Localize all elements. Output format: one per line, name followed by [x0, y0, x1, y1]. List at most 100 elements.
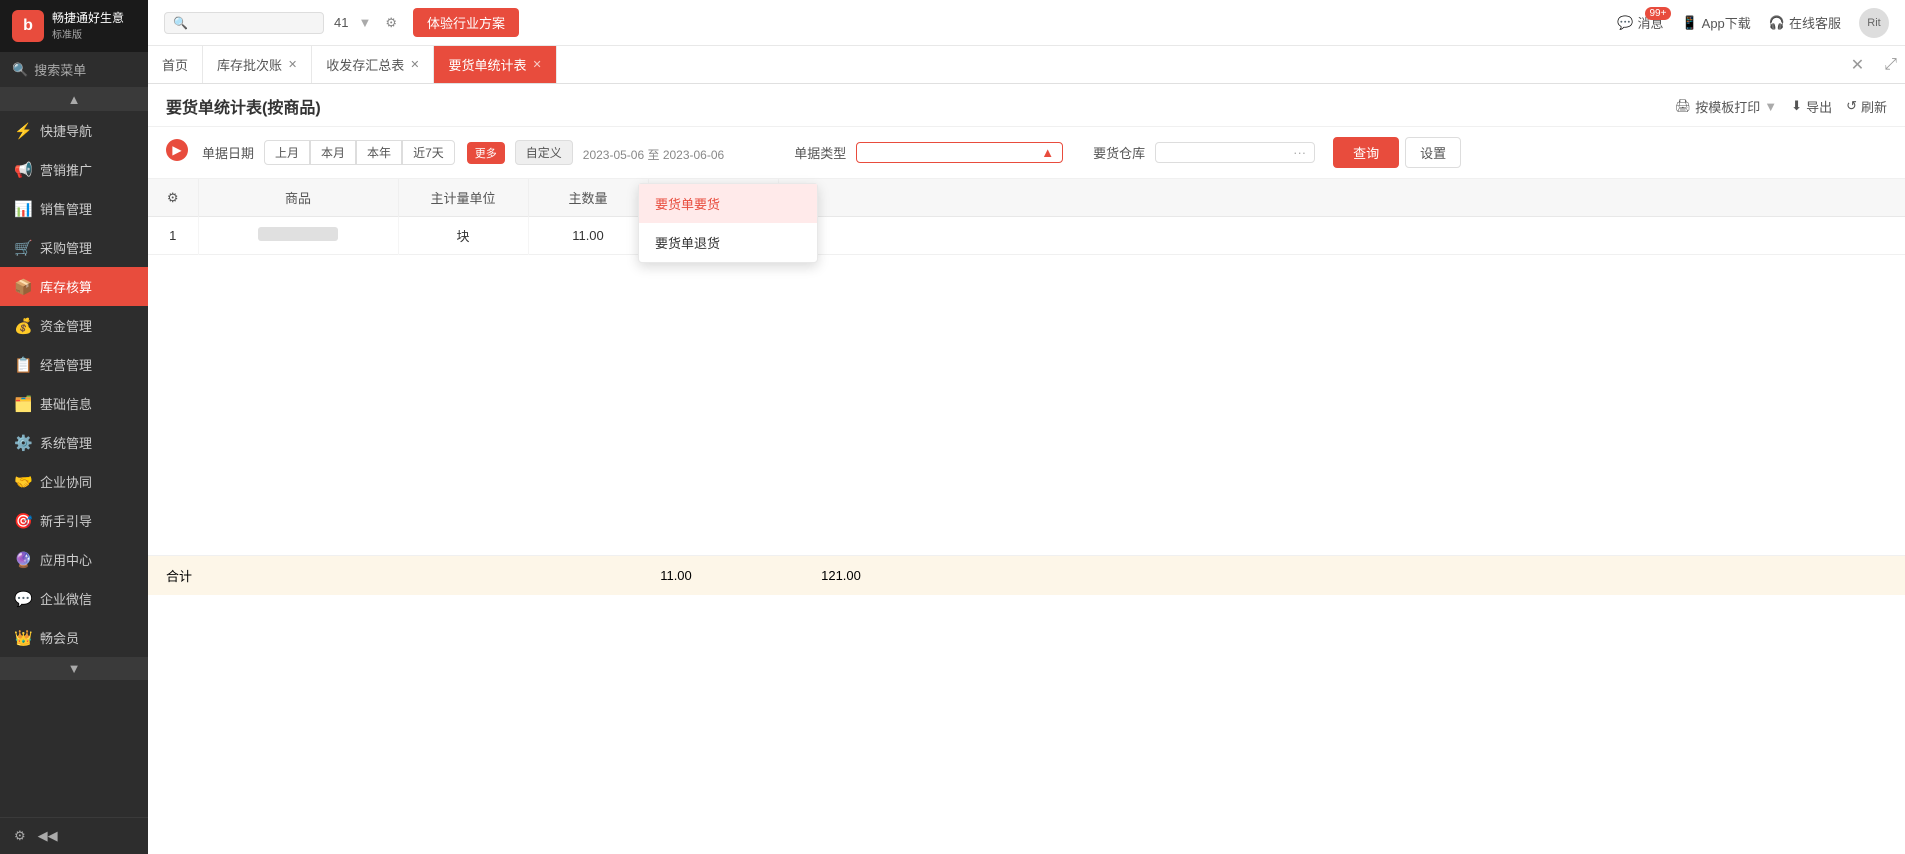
topbar-search-icon: 🔍 — [173, 16, 188, 30]
filter-area: ▶ 单据日期 上月 本月 本年 近7天 更多 自定义 2023-05-06 至 … — [148, 127, 1905, 179]
tab-receive-send[interactable]: 收发存汇总表 ✕ — [312, 46, 434, 83]
sidebar-item-label: 新手引导 — [40, 511, 92, 530]
type-dropdown-arrow[interactable]: ▲ — [1041, 145, 1054, 160]
sidebar-item-label: 畅会员 — [40, 628, 79, 647]
user-name: Rit — [1867, 17, 1880, 29]
date-btn-this-year[interactable]: 本年 — [356, 140, 402, 165]
sidebar-settings-icon[interactable]: ⚙ — [14, 828, 26, 844]
headset-icon: 🎧 — [1769, 15, 1785, 31]
sidebar-nav: ▲ ⚡ 快捷导航 📢 营销推广 📊 销售管理 🛒 采购管理 📦 库存核算 💰 资… — [0, 88, 148, 817]
refresh-icon: ↺ — [1846, 98, 1857, 114]
page-header: 要货单统计表(按商品) 🖨 按模板打印 ▼ ⬇ 导出 ↺ 刷新 — [148, 84, 1905, 127]
sidebar-item-label: 库存核算 — [40, 277, 92, 296]
sidebar-item-guide[interactable]: 🎯 新手引导 — [0, 501, 148, 540]
print-icon: 🖨 — [1675, 98, 1692, 114]
dropdown-arrow[interactable]: ▼ — [358, 15, 371, 30]
tab-order-stats[interactable]: 要货单统计表 ✕ — [434, 46, 556, 83]
enterprise-wechat-icon: 💬 — [14, 590, 32, 608]
date-btn-7days[interactable]: 近7天 — [402, 140, 455, 165]
page-actions: 🖨 按模板打印 ▼ ⬇ 导出 ↺ 刷新 — [1675, 97, 1887, 116]
filter-toggle-btn[interactable]: ▶ — [166, 139, 188, 161]
sidebar-item-inventory[interactable]: 📦 库存核算 — [0, 267, 148, 306]
sidebar-item-quick-nav[interactable]: ⚡ 快捷导航 — [0, 111, 148, 150]
sidebar-item-operations[interactable]: 📋 经营管理 — [0, 345, 148, 384]
sidebar-item-basic-info[interactable]: 🗂️ 基础信息 — [0, 384, 148, 423]
online-service-btn[interactable]: 🎧 在线客服 — [1769, 13, 1841, 32]
type-select[interactable]: ▲ — [856, 142, 1063, 163]
type-dropdown: 要货单要货 要货单退货 — [638, 183, 818, 263]
sidebar-item-marketing[interactable]: 📢 营销推广 — [0, 150, 148, 189]
print-btn[interactable]: 🖨 按模板打印 ▼ — [1675, 97, 1777, 116]
query-btn[interactable]: 查询 — [1333, 137, 1399, 168]
sidebar-item-label: 系统管理 — [40, 433, 92, 452]
date-filter-label: 单据日期 — [202, 143, 254, 162]
logo-icon: b — [12, 10, 44, 42]
trial-btn[interactable]: 体验行业方案 — [413, 8, 519, 37]
total-retail-amount: 121.00 — [776, 568, 906, 583]
user-avatar[interactable]: Rit — [1859, 8, 1889, 38]
close-icon[interactable]: ✕ — [410, 58, 419, 71]
scroll-down-btn[interactable]: ▼ — [0, 657, 148, 680]
marketing-icon: 📢 — [14, 161, 32, 179]
sidebar-bottom: ⚙ ◀◀ — [0, 817, 148, 854]
date-custom-btn[interactable]: 自定义 — [515, 140, 573, 165]
sidebar-item-cooperation[interactable]: 🤝 企业协同 — [0, 462, 148, 501]
print-dropdown-arrow[interactable]: ▼ — [1764, 99, 1777, 114]
date-range-display: 2023-05-06 至 2023-06-06 — [583, 146, 724, 163]
sidebar-item-label: 资金管理 — [40, 316, 92, 335]
page-title: 要货单统计表(按商品) — [166, 94, 321, 118]
tab-order-stats-label: 要货单统计表 — [448, 55, 526, 74]
date-btn-last-month[interactable]: 上月 — [264, 140, 310, 165]
message-icon: 💬 — [1617, 15, 1633, 31]
tabs-close-all[interactable]: ✕ — [1839, 55, 1876, 75]
refresh-btn[interactable]: ↺ 刷新 — [1846, 97, 1887, 116]
sidebar-item-label: 应用中心 — [40, 550, 92, 569]
tab-inventory-batch[interactable]: 库存批次账 ✕ — [203, 46, 312, 83]
guide-icon: 🎯 — [14, 512, 32, 530]
sidebar-collapse-icon[interactable]: ◀◀ — [38, 828, 58, 844]
table-area: ⚙ 商品 主计量单位 主数量 零售金额 1 块 — [148, 179, 1905, 255]
sidebar-item-system[interactable]: ⚙️ 系统管理 — [0, 423, 148, 462]
dropdown-item-order-goods[interactable]: 要货单要货 — [639, 184, 817, 223]
date-more-btn[interactable]: 更多 — [467, 142, 505, 164]
sidebar-search[interactable]: 🔍 搜索菜单 — [0, 52, 148, 88]
messages-btn[interactable]: 💬 消息 99+ — [1617, 13, 1663, 32]
sidebar-logo: b 畅捷通好生意 标准版 — [0, 0, 148, 52]
sidebar-item-app-center[interactable]: 🔮 应用中心 — [0, 540, 148, 579]
table-spacer — [148, 255, 1905, 555]
total-quantity: 11.00 — [616, 568, 736, 583]
topbar-gear-icon[interactable]: ⚙ — [385, 15, 397, 31]
topbar: 🔍 41 ▼ ⚙ 体验行业方案 💬 消息 99+ 📱 App下载 🎧 在线客服 … — [148, 0, 1905, 46]
sidebar-item-label: 销售管理 — [40, 199, 92, 218]
type-input[interactable] — [865, 145, 1041, 160]
app-download-label: App下载 — [1702, 13, 1751, 32]
mobile-icon: 📱 — [1681, 15, 1697, 31]
col-gear[interactable]: ⚙ — [148, 179, 198, 217]
page-content: 要货单统计表(按商品) 🖨 按模板打印 ▼ ⬇ 导出 ↺ 刷新 ▶ — [148, 84, 1905, 854]
close-icon[interactable]: ✕ — [288, 58, 297, 71]
filter-row-date: 单据日期 上月 本月 本年 近7天 更多 自定义 2023-05-06 至 20… — [202, 137, 1887, 168]
scroll-up-btn[interactable]: ▲ — [0, 88, 148, 111]
sidebar-item-purchase[interactable]: 🛒 采购管理 — [0, 228, 148, 267]
sales-icon: 📊 — [14, 200, 32, 218]
warehouse-select[interactable]: ··· — [1155, 142, 1315, 163]
close-icon[interactable]: ✕ — [533, 58, 542, 71]
tabs-expand[interactable]: ⤢ — [1876, 56, 1905, 74]
tab-home[interactable]: 首页 — [148, 46, 203, 83]
sidebar-item-membership[interactable]: 👑 畅会员 — [0, 618, 148, 657]
app-download-btn[interactable]: 📱 App下载 — [1681, 13, 1750, 32]
col-unit: 主计量单位 — [398, 179, 528, 217]
total-label: 合计 — [166, 566, 406, 585]
membership-icon: 👑 — [14, 629, 32, 647]
date-btn-this-month[interactable]: 本月 — [310, 140, 356, 165]
sidebar-item-finance[interactable]: 💰 资金管理 — [0, 306, 148, 345]
export-btn[interactable]: ⬇ 导出 — [1791, 97, 1832, 116]
setting-btn[interactable]: 设置 — [1405, 137, 1461, 168]
dropdown-item-order-return[interactable]: 要货单退货 — [639, 223, 817, 262]
sidebar-item-sales[interactable]: 📊 销售管理 — [0, 189, 148, 228]
system-icon: ⚙️ — [14, 434, 32, 452]
type-filter-label: 单据类型 — [794, 143, 846, 162]
topbar-search[interactable]: 🔍 — [164, 12, 324, 34]
warehouse-more-icon[interactable]: ··· — [1293, 145, 1306, 160]
sidebar-item-enterprise-wechat[interactable]: 💬 企业微信 — [0, 579, 148, 618]
